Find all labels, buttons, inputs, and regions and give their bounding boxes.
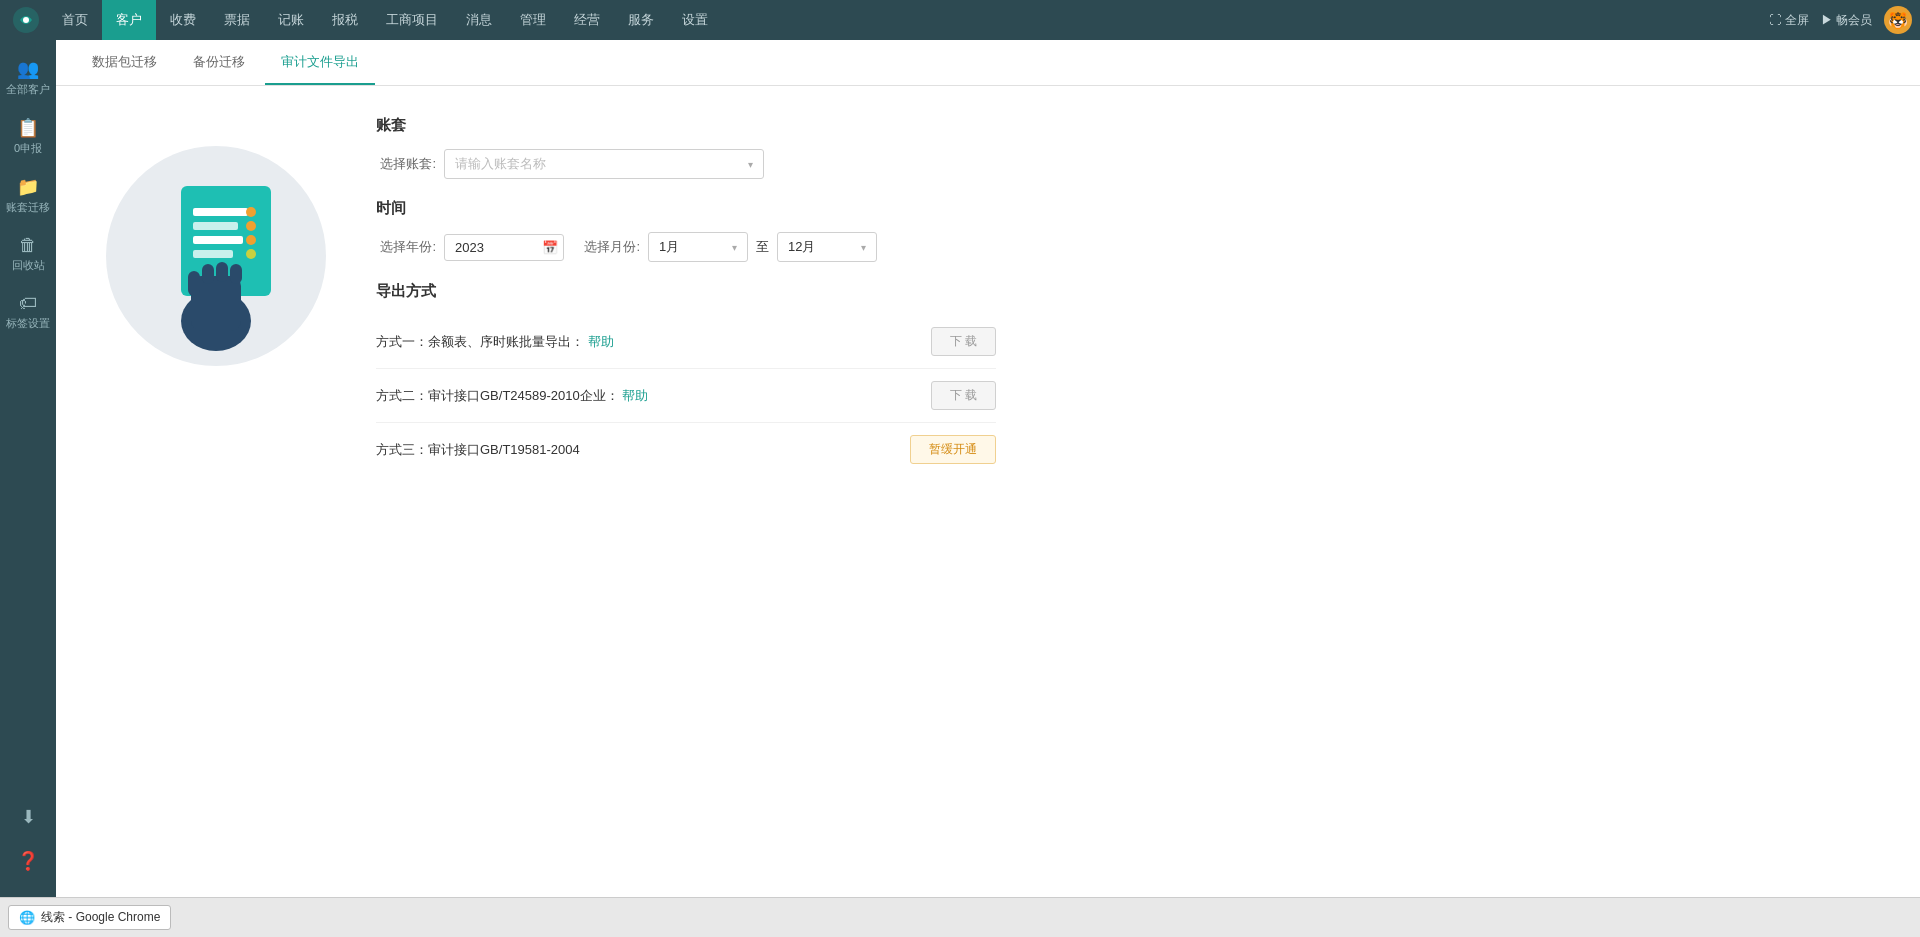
all-customers-icon: 👥	[17, 58, 39, 80]
main-layout: 👥 全部客户 📋 0申报 📁 账套迁移 🗑 回收站 🏷 标签设置 ⬇ ❓ 数据包…	[0, 40, 1920, 897]
fullscreen-btn[interactable]: ⛶ 全屏	[1769, 12, 1808, 29]
sidebar-download-icon[interactable]: ⬇	[8, 797, 48, 837]
sidebar-item-zero-declare[interactable]: 📋 0申报	[0, 107, 56, 166]
year-input-wrapper: 📅	[444, 234, 564, 261]
year-label: 选择年份:	[376, 238, 436, 256]
chevron-down-icon: ▾	[861, 242, 866, 253]
svg-rect-15	[216, 262, 228, 282]
user-avatar[interactable]: 🐯	[1884, 6, 1912, 34]
sidebar-item-label: 账套迁移	[6, 200, 50, 215]
calendar-icon: 📅	[542, 240, 558, 255]
nav-business[interactable]: 工商项目	[372, 0, 452, 40]
method3-text: 方式三：审计接口GB/T19581-2004	[376, 441, 580, 459]
nav-settings[interactable]: 设置	[668, 0, 722, 40]
vip-btn[interactable]: ▶ 畅会员	[1821, 12, 1872, 29]
method1-help-link[interactable]: 帮助	[588, 334, 614, 349]
export-method-3: 方式三：审计接口GB/T19581-2004 暂缓开通	[376, 423, 996, 476]
svg-rect-5	[193, 236, 243, 244]
taskbar-item-label: 线索 - Google Chrome	[41, 909, 160, 926]
nav-manage[interactable]: 管理	[506, 0, 560, 40]
account-row: 选择账套: 请输入账套名称 ▾	[376, 149, 996, 179]
sidebar: 👥 全部客户 📋 0申报 📁 账套迁移 🗑 回收站 🏷 标签设置 ⬇ ❓	[0, 40, 56, 897]
svg-rect-3	[193, 208, 248, 216]
svg-rect-13	[188, 271, 200, 296]
sidebar-item-account-migration[interactable]: 📁 账套迁移	[0, 166, 56, 225]
sidebar-item-label: 回收站	[12, 258, 45, 273]
tag-settings-icon: 🏷	[19, 293, 37, 314]
account-placeholder: 请输入账套名称	[455, 155, 546, 173]
sidebar-help-icon[interactable]: ❓	[8, 841, 48, 881]
nav-invoice[interactable]: 票据	[210, 0, 264, 40]
taskbar-chrome-item[interactable]: 🌐 线索 - Google Chrome	[8, 905, 171, 930]
top-nav-right: ⛶ 全屏 ▶ 畅会员 🐯	[1769, 6, 1912, 34]
month-end-value: 12月	[788, 238, 815, 256]
nav-bookkeeping[interactable]: 记账	[264, 0, 318, 40]
sidebar-item-label: 0申报	[14, 141, 42, 156]
sidebar-item-tag-settings[interactable]: 🏷 标签设置	[0, 283, 56, 341]
account-label: 选择账套:	[376, 155, 436, 173]
svg-point-7	[246, 207, 256, 217]
svg-point-1	[23, 17, 29, 23]
illustration-circle	[106, 146, 326, 366]
illustration	[96, 116, 336, 396]
method3-pending-btn[interactable]: 暂缓开通	[910, 435, 996, 464]
nav-tax[interactable]: 报税	[318, 0, 372, 40]
export-section-title: 导出方式	[376, 282, 996, 301]
tab-data-migration[interactable]: 数据包迁移	[76, 41, 173, 85]
nav-operation[interactable]: 经营	[560, 0, 614, 40]
page-content: 账套 选择账套: 请输入账套名称 ▾ 时间 选择年份:	[56, 86, 1920, 897]
chevron-down-icon: ▾	[732, 242, 737, 253]
form-container: 账套 选择账套: 请输入账套名称 ▾ 时间 选择年份:	[96, 116, 1880, 476]
form-section: 账套 选择账套: 请输入账套名称 ▾ 时间 选择年份:	[376, 116, 996, 476]
month-start-select[interactable]: 1月 ▾	[648, 232, 748, 262]
month-end-select[interactable]: 12月 ▾	[777, 232, 877, 262]
export-method-2: 方式二：审计接口GB/T24589-2010企业： 帮助 下 载	[376, 369, 996, 423]
sidebar-item-all-customers[interactable]: 👥 全部客户	[0, 48, 56, 107]
tab-bar: 数据包迁移 备份迁移 审计文件导出	[56, 40, 1920, 86]
chevron-down-icon: ▾	[748, 159, 753, 170]
svg-point-8	[246, 221, 256, 231]
time-row: 选择年份: 📅 选择月份: 1月 ▾ 至 12月	[376, 232, 996, 262]
method1-text: 方式一：余额表、序时账批量导出： 帮助	[376, 333, 614, 351]
sidebar-bottom: ⬇ ❓	[8, 797, 48, 897]
month-start-value: 1月	[659, 238, 679, 256]
month-separator: 至	[756, 238, 769, 256]
svg-rect-16	[230, 264, 242, 284]
zero-declare-icon: 📋	[17, 117, 39, 139]
month-label: 选择月份:	[580, 238, 640, 256]
sidebar-item-label: 全部客户	[6, 82, 50, 97]
nav-home[interactable]: 首页	[48, 0, 102, 40]
chrome-icon: 🌐	[19, 910, 35, 925]
svg-point-9	[246, 235, 256, 245]
time-section-title: 时间	[376, 199, 996, 218]
method2-download-btn[interactable]: 下 载	[931, 381, 996, 410]
account-section-title: 账套	[376, 116, 996, 135]
content-area: 数据包迁移 备份迁移 审计文件导出	[56, 40, 1920, 897]
nav-service[interactable]: 服务	[614, 0, 668, 40]
account-migration-icon: 📁	[17, 176, 39, 198]
nav-customer[interactable]: 客户	[102, 0, 156, 40]
account-select[interactable]: 请输入账套名称 ▾	[444, 149, 764, 179]
sidebar-item-recycle[interactable]: 🗑 回收站	[0, 225, 56, 283]
nav-fee[interactable]: 收费	[156, 0, 210, 40]
method2-help-link[interactable]: 帮助	[622, 388, 648, 403]
nav-items: 首页 客户 收费 票据 记账 报税 工商项目 消息 管理 经营 服务 设置	[48, 0, 1769, 40]
recycle-icon: 🗑	[19, 235, 37, 256]
top-navigation: 首页 客户 收费 票据 记账 报税 工商项目 消息 管理 经营 服务 设置 ⛶ …	[0, 0, 1920, 40]
svg-rect-6	[193, 250, 233, 258]
tab-audit-export[interactable]: 审计文件导出	[265, 41, 375, 85]
taskbar: 🌐 线索 - Google Chrome	[0, 897, 1920, 937]
method1-download-btn[interactable]: 下 载	[931, 327, 996, 356]
svg-rect-4	[193, 222, 238, 230]
sidebar-item-label: 标签设置	[6, 316, 50, 331]
tab-backup-migration[interactable]: 备份迁移	[177, 41, 261, 85]
nav-message[interactable]: 消息	[452, 0, 506, 40]
method2-text: 方式二：审计接口GB/T24589-2010企业： 帮助	[376, 387, 648, 405]
svg-rect-14	[202, 264, 214, 284]
logo	[8, 2, 44, 38]
svg-point-10	[246, 249, 256, 259]
export-method-1: 方式一：余额表、序时账批量导出： 帮助 下 载	[376, 315, 996, 369]
